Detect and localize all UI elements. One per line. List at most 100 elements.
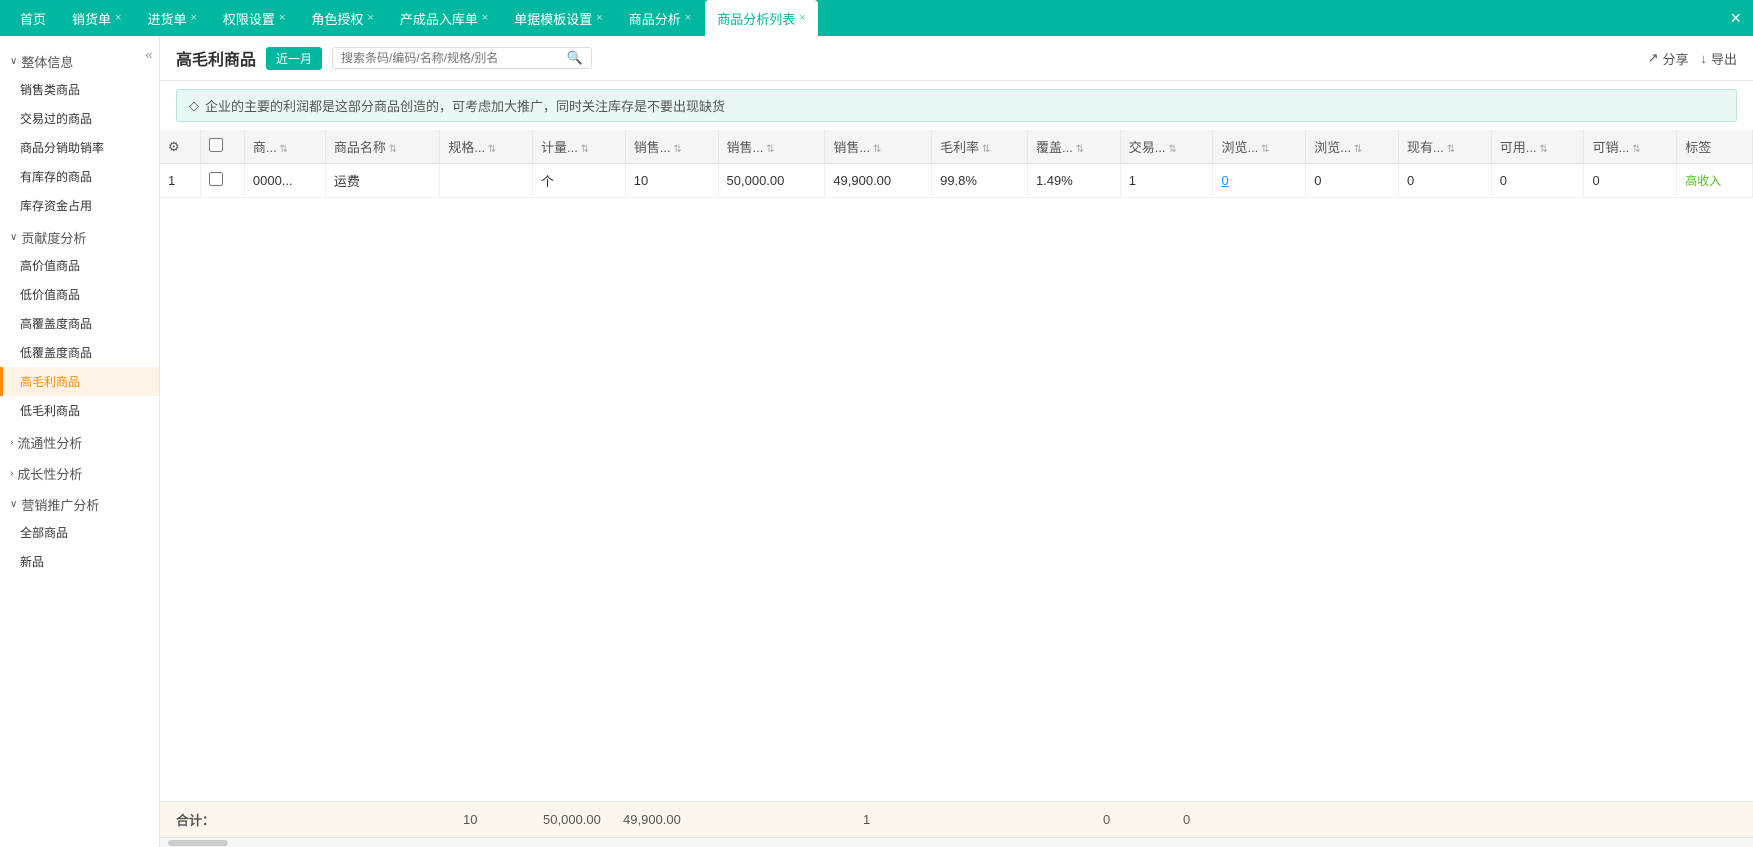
share-icon: ↗ bbox=[1648, 50, 1659, 66]
sidebar-group-营销推广分析[interactable]: ∨营销推广分析 bbox=[0, 487, 159, 518]
nav-tab-进货单[interactable]: 进货单× bbox=[135, 0, 208, 36]
sidebar-group-成长性分析[interactable]: ›成长性分析 bbox=[0, 456, 159, 487]
sidebar-group-arrow: ∨ bbox=[10, 232, 17, 243]
col-label-sale_amount: 销售... bbox=[727, 140, 764, 155]
col-header-trade_count: 交易... ⇅ bbox=[1120, 130, 1213, 164]
view1-link[interactable]: 0 bbox=[1221, 173, 1228, 188]
tab-close-icon[interactable]: × bbox=[685, 12, 691, 24]
col-label-unit: 计量... bbox=[541, 140, 578, 155]
sidebar-collapse-btn[interactable]: « bbox=[139, 44, 159, 64]
sort-icon-coverage[interactable]: ⇅ bbox=[1073, 144, 1084, 155]
col-label-coverage: 覆盖... bbox=[1036, 140, 1073, 155]
tab-close-icon[interactable]: × bbox=[190, 12, 196, 24]
sidebar-item-有库存的商品[interactable]: 有库存的商品 bbox=[0, 162, 159, 191]
nav-tab-首页[interactable]: 首页 bbox=[8, 0, 58, 36]
sort-icon-gross_margin[interactable]: ⇅ bbox=[979, 144, 990, 155]
sidebar-item-低毛利商品[interactable]: 低毛利商品 bbox=[0, 396, 159, 425]
col-label-trade_count: 交易... bbox=[1129, 140, 1166, 155]
col-label-settings: ⚙ bbox=[168, 139, 180, 154]
col-header-settings[interactable]: ⚙ bbox=[160, 130, 200, 164]
nav-tab-权限设置[interactable]: 权限设置× bbox=[211, 0, 297, 36]
sort-icon-trade_count[interactable]: ⇅ bbox=[1166, 144, 1177, 155]
col-header-checkbox[interactable] bbox=[200, 130, 244, 164]
nav-tab-单据模板设置[interactable]: 单据模板设置× bbox=[502, 0, 614, 36]
sort-icon-name[interactable]: ⇅ bbox=[386, 144, 397, 155]
sidebar-group-arrow: › bbox=[10, 437, 13, 448]
tab-close-icon[interactable]: × bbox=[596, 12, 602, 24]
tab-close-icon[interactable]: × bbox=[115, 12, 121, 24]
select-all-checkbox[interactable] bbox=[209, 138, 223, 152]
sidebar-item-新品[interactable]: 新品 bbox=[0, 547, 159, 576]
cell-settings: 1 bbox=[160, 164, 200, 198]
sidebar-item-库存资金占用[interactable]: 库存资金占用 bbox=[0, 191, 159, 220]
export-button[interactable]: ↓ 导出 bbox=[1700, 49, 1737, 68]
sort-icon-spec[interactable]: ⇅ bbox=[485, 144, 496, 155]
footer-sale-qty-val: 10 bbox=[455, 812, 535, 827]
col-header-available_stock: 可用... ⇅ bbox=[1491, 130, 1584, 164]
sidebar-group-贡献度分析[interactable]: ∨贡献度分析 bbox=[0, 220, 159, 251]
search-icon[interactable]: 🔍 bbox=[567, 50, 583, 66]
footer-gross bbox=[695, 812, 775, 827]
footer-available: 0 bbox=[1175, 812, 1255, 827]
footer-sale-qty bbox=[255, 812, 455, 827]
close-all-tabs[interactable]: × bbox=[1730, 8, 1741, 29]
sort-icon-available_stock[interactable]: ⇅ bbox=[1537, 144, 1548, 155]
sort-icon-sale_qty[interactable]: ⇅ bbox=[671, 144, 682, 155]
table-row: 10000...运费个1050,000.0049,900.0099.8%1.49… bbox=[160, 164, 1753, 198]
nav-tab-商品分析[interactable]: 商品分析× bbox=[617, 0, 703, 36]
period-button[interactable]: 近一月 bbox=[266, 47, 322, 70]
sort-icon-sale_amount[interactable]: ⇅ bbox=[763, 144, 774, 155]
nav-tab-销货单[interactable]: 销货单× bbox=[60, 0, 133, 36]
footer-trade: 1 bbox=[855, 812, 935, 827]
sidebar-item-低覆盖度商品[interactable]: 低覆盖度商品 bbox=[0, 338, 159, 367]
bottom-scrollbar[interactable] bbox=[160, 837, 1753, 847]
header-actions: ↗ 分享 ↓ 导出 bbox=[1648, 49, 1737, 68]
sidebar-item-低价值商品[interactable]: 低价值商品 bbox=[0, 280, 159, 309]
sidebar-group-label: 流通性分析 bbox=[17, 433, 82, 452]
cell-tag: 高收入 bbox=[1677, 164, 1753, 198]
cell-coverage: 1.49% bbox=[1027, 164, 1120, 198]
col-label-available_stock: 可用... bbox=[1500, 140, 1537, 155]
sidebar-group-整体信息[interactable]: ∨整体信息 bbox=[0, 44, 159, 75]
col-header-current_stock: 现有... ⇅ bbox=[1398, 130, 1491, 164]
col-label-tag: 标签 bbox=[1685, 140, 1711, 155]
top-nav: 首页销货单×进货单×权限设置×角色授权×产成品入库单×单据模板设置×商品分析×商… bbox=[0, 0, 1753, 36]
col-header-sale_profit: 销售... ⇅ bbox=[825, 130, 932, 164]
sort-icon-view2[interactable]: ⇅ bbox=[1351, 144, 1362, 155]
info-icon: ◇ bbox=[189, 98, 199, 114]
nav-tab-角色授权[interactable]: 角色授权× bbox=[299, 0, 385, 36]
sort-icon-saleable_stock[interactable]: ⇅ bbox=[1629, 144, 1640, 155]
sidebar-item-销售类商品[interactable]: 销售类商品 bbox=[0, 75, 159, 104]
data-table: ⚙商... ⇅商品名称 ⇅规格... ⇅计量... ⇅销售... ⇅销售... … bbox=[160, 130, 1753, 198]
sidebar-item-高毛利商品[interactable]: 高毛利商品 bbox=[0, 367, 159, 396]
sidebar-item-高覆盖度商品[interactable]: 高覆盖度商品 bbox=[0, 309, 159, 338]
cell-available_stock: 0 bbox=[1491, 164, 1584, 198]
tab-close-icon[interactable]: × bbox=[367, 12, 373, 24]
tab-close-icon[interactable]: × bbox=[279, 12, 285, 24]
col-header-view2: 浏览... ⇅ bbox=[1306, 130, 1399, 164]
sort-icon-current_stock[interactable]: ⇅ bbox=[1444, 144, 1455, 155]
tab-close-icon[interactable]: × bbox=[799, 12, 805, 24]
sort-icon-sale_profit[interactable]: ⇅ bbox=[870, 144, 881, 155]
sidebar-group-流通性分析[interactable]: › 流通性分析 bbox=[0, 425, 159, 456]
sidebar-item-高价值商品[interactable]: 高价值商品 bbox=[0, 251, 159, 280]
sidebar-item-交易过的商品[interactable]: 交易过的商品 bbox=[0, 104, 159, 133]
tab-close-icon[interactable]: × bbox=[482, 12, 488, 24]
sidebar-item-商品分销助销率[interactable]: 商品分销助销率 bbox=[0, 133, 159, 162]
search-input[interactable] bbox=[341, 51, 567, 65]
share-button[interactable]: ↗ 分享 bbox=[1648, 49, 1689, 68]
table-footer: 合计： 10 50,000.00 49,900.00 1 0 0 bbox=[160, 801, 1753, 837]
cell-unit: 个 bbox=[533, 164, 626, 198]
sort-icon-code[interactable]: ⇅ bbox=[277, 144, 288, 155]
sort-icon-unit[interactable]: ⇅ bbox=[578, 144, 589, 155]
cell-sale_qty: 10 bbox=[625, 164, 718, 198]
cell-saleable_stock: 0 bbox=[1584, 164, 1677, 198]
nav-tab-产成品入库单[interactable]: 产成品入库单× bbox=[388, 0, 500, 36]
cell-name: 运费 bbox=[325, 164, 439, 198]
sidebar-item-全部商品[interactable]: 全部商品 bbox=[0, 518, 159, 547]
col-header-sale_amount: 销售... ⇅ bbox=[718, 130, 825, 164]
row-checkbox[interactable] bbox=[209, 172, 223, 186]
nav-tab-商品分析列表[interactable]: 商品分析列表× bbox=[705, 0, 817, 36]
sort-icon-view1[interactable]: ⇅ bbox=[1258, 144, 1269, 155]
content-area: 高毛利商品 近一月 🔍 ↗ 分享 ↓ 导出 ◇ 企业的主要的利润都是这部分商品创… bbox=[160, 36, 1753, 847]
